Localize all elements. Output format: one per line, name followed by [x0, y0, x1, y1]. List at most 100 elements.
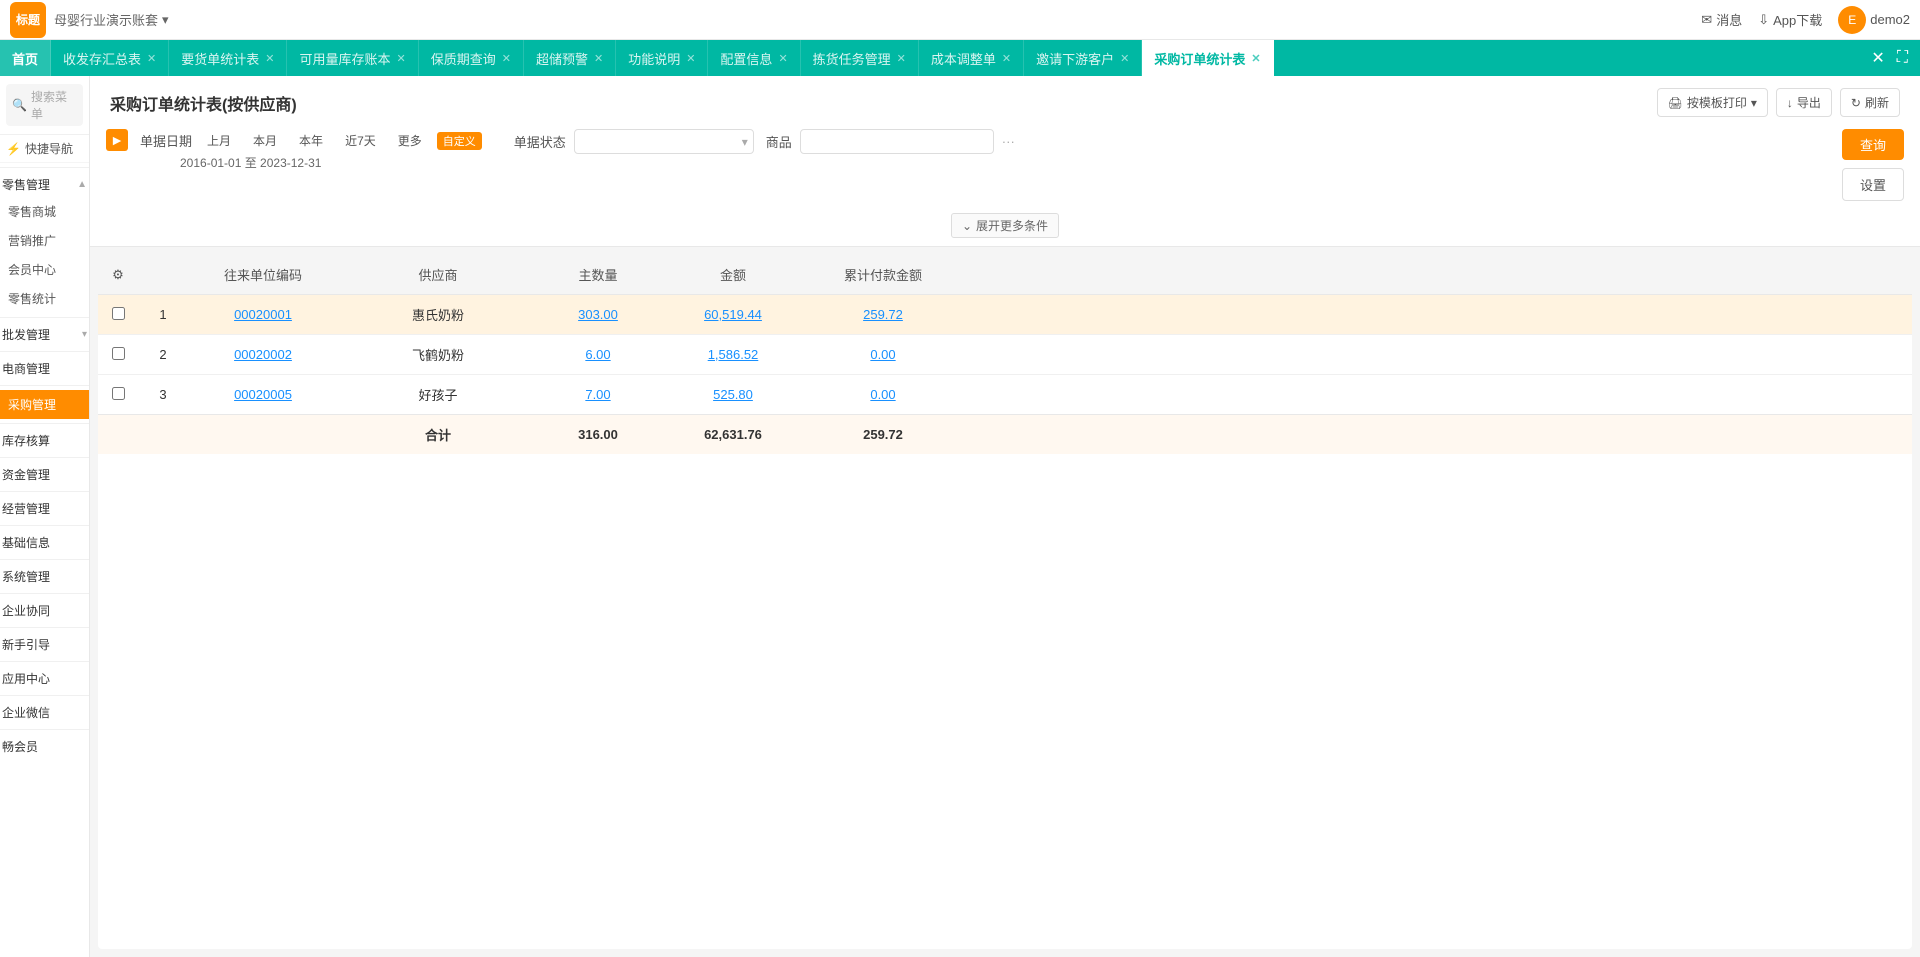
tab-chaochuu[interactable]: 超储预警 ✕ [524, 40, 616, 76]
message-button[interactable]: ✉ 消息 [1701, 10, 1742, 29]
col-idx [138, 255, 188, 295]
tab-gongneng[interactable]: 功能说明 ✕ [616, 40, 708, 76]
row-check[interactable] [98, 295, 138, 335]
row-amount[interactable]: 60,519.44 [658, 295, 808, 335]
row-amount[interactable]: 525.80 [658, 375, 808, 415]
row-qty[interactable]: 6.00 [538, 335, 658, 375]
row-code[interactable]: 00020001 [188, 295, 338, 335]
workspace-selector[interactable]: 母婴行业演示账套 ▾ [54, 10, 169, 29]
tab-caigou-close[interactable]: ✕ [1251, 52, 1260, 65]
row-checkbox[interactable] [112, 347, 125, 360]
sidebar-item-retail-store[interactable]: 零售商城 [0, 197, 89, 226]
tab-pihuo[interactable]: 拣货任务管理 ✕ [801, 40, 919, 76]
row-qty[interactable]: 303.00 [538, 295, 658, 335]
sidebar-section-vip[interactable]: 畅会员 [0, 734, 89, 759]
divider13 [0, 695, 89, 696]
sidebar-section-operation[interactable]: 经营管理 [0, 496, 89, 521]
sidebar-section-ecom[interactable]: 电商管理 [0, 356, 89, 381]
search-menu-button[interactable]: 🔍 搜索菜单 [6, 84, 83, 126]
sidebar-section-corpwechat[interactable]: 企业微信 [0, 700, 89, 725]
sidebar-section-basic[interactable]: 基础信息 [0, 530, 89, 555]
sidebar-section-enterprise[interactable]: 企业协同 [0, 598, 89, 623]
tab-chengben-close[interactable]: ✕ [1002, 52, 1011, 65]
sidebar-item-retail-stat[interactable]: 零售统计 [0, 284, 89, 313]
shortcut-7days[interactable]: 近7天 [338, 129, 383, 152]
sidebar-section-newguide[interactable]: 新手引导 [0, 632, 89, 657]
tab-kuyun-label: 可用量库存账本 [299, 49, 390, 68]
status-select[interactable] [574, 129, 754, 154]
row-paid[interactable]: 259.72 [808, 295, 958, 335]
tab-kuyun[interactable]: 可用量库存账本 ✕ [287, 40, 418, 76]
sidebar-search[interactable]: 🔍 搜索菜单 [0, 76, 89, 135]
row-checkbox[interactable] [112, 387, 125, 400]
sidebar-item-retail-member[interactable]: 会员中心 [0, 255, 89, 284]
row-amount[interactable]: 1,586.52 [658, 335, 808, 375]
shortcut-more[interactable]: 更多 [391, 129, 429, 152]
sidebar-section-appcenter[interactable]: 应用中心 [0, 666, 89, 691]
tab-chengben[interactable]: 成本调整单 ✕ [919, 40, 1024, 76]
refresh-label: 刷新 [1865, 94, 1889, 111]
tab-yaohuo[interactable]: 要货单统计表 ✕ [169, 40, 287, 76]
status-label: 单据状态 [514, 132, 566, 151]
row-qty[interactable]: 7.00 [538, 375, 658, 415]
tab-yaohuo-close[interactable]: ✕ [265, 52, 274, 65]
footer-paid: 259.72 [808, 415, 958, 455]
sidebar-item-quicknav[interactable]: ⚡ 快捷导航 [0, 135, 89, 163]
shortcut-this-year[interactable]: 本年 [292, 129, 330, 152]
user-menu[interactable]: E demo2 [1838, 6, 1910, 34]
tab-yaoqing-close[interactable]: ✕ [1120, 52, 1129, 65]
retail-arrow: ▲ [77, 179, 87, 190]
tab-maximize-btn[interactable]: ⛶ [1893, 47, 1912, 69]
tab-pihuo-close[interactable]: ✕ [897, 52, 906, 65]
table-body: 1 00020001 惠氏奶粉 303.00 60,519.44 259.72 … [98, 295, 1912, 415]
row-code[interactable]: 00020002 [188, 335, 338, 375]
tab-caigou[interactable]: 采购订单统计表 ✕ [1142, 40, 1273, 76]
goods-input[interactable] [800, 129, 994, 154]
shortcut-last-month[interactable]: 上月 [200, 129, 238, 152]
tab-kuyun-close[interactable]: ✕ [397, 52, 406, 65]
row-paid[interactable]: 0.00 [808, 335, 958, 375]
row-code[interactable]: 00020005 [188, 375, 338, 415]
print-button[interactable]: 🖨 按模板打印 ▾ [1657, 88, 1768, 117]
row-check[interactable] [98, 375, 138, 415]
tab-shoufax[interactable]: 收发存汇总表 ✕ [51, 40, 169, 76]
filter-toggle[interactable]: ► [106, 129, 128, 151]
shortcut-this-month[interactable]: 本月 [246, 129, 284, 152]
tab-peizhi-close[interactable]: ✕ [778, 52, 787, 65]
col-qty: 主数量 [538, 255, 658, 295]
tab-baoqi[interactable]: 保质期查询 ✕ [419, 40, 524, 76]
tab-close-btn[interactable]: ✕ [1867, 46, 1888, 70]
sidebar-section-system[interactable]: 系统管理 [0, 564, 89, 589]
row-paid[interactable]: 0.00 [808, 375, 958, 415]
query-button[interactable]: 查询 [1842, 129, 1904, 160]
export-button[interactable]: ↓ 导出 [1776, 88, 1832, 117]
goods-label: 商品 [766, 132, 792, 151]
tab-shoufax-close[interactable]: ✕ [147, 52, 156, 65]
tab-chaochuu-close[interactable]: ✕ [594, 52, 603, 65]
sidebar-section-inventory[interactable]: 库存核算 [0, 428, 89, 453]
tab-peizhi[interactable]: 配置信息 ✕ [708, 40, 800, 76]
refresh-button[interactable]: ↻ 刷新 [1840, 88, 1900, 117]
quicknav-icon: ⚡ [6, 142, 21, 156]
app-download-button[interactable]: ⇩ App下载 [1758, 10, 1822, 29]
sidebar-section-retail[interactable]: 零售管理 ▲ [0, 172, 89, 197]
goods-more-icon[interactable]: ··· [1002, 134, 1015, 149]
col-settings[interactable]: ⚙ [98, 255, 138, 295]
tab-yaoqing[interactable]: 邀请下游客户 ✕ [1024, 40, 1142, 76]
app-logo: 标题 [10, 2, 46, 38]
sidebar-section-wholesale[interactable]: 批发管理 ▾ [0, 322, 89, 347]
row-checkbox[interactable] [112, 307, 125, 320]
tab-baoqi-close[interactable]: ✕ [502, 52, 511, 65]
row-check[interactable] [98, 335, 138, 375]
footer-total-label: 合计 [338, 415, 538, 455]
workspace-name: 母婴行业演示账套 [54, 10, 158, 29]
filter-line1: ► 单据日期 上月 本月 本年 近7天 更多 自定义 2016-01-01 至 … [90, 123, 1920, 205]
expand-more-button[interactable]: ⌄ 展开更多条件 [951, 213, 1059, 238]
tab-gongneng-close[interactable]: ✕ [686, 52, 695, 65]
settings-button[interactable]: 设置 [1842, 168, 1904, 201]
sidebar-item-purchase[interactable]: 采购管理 [0, 390, 89, 419]
sidebar-item-retail-promote[interactable]: 营销推广 [0, 226, 89, 255]
tab-home[interactable]: 首页 [0, 40, 51, 76]
message-icon: ✉ [1701, 12, 1712, 28]
sidebar-section-finance[interactable]: 资金管理 [0, 462, 89, 487]
